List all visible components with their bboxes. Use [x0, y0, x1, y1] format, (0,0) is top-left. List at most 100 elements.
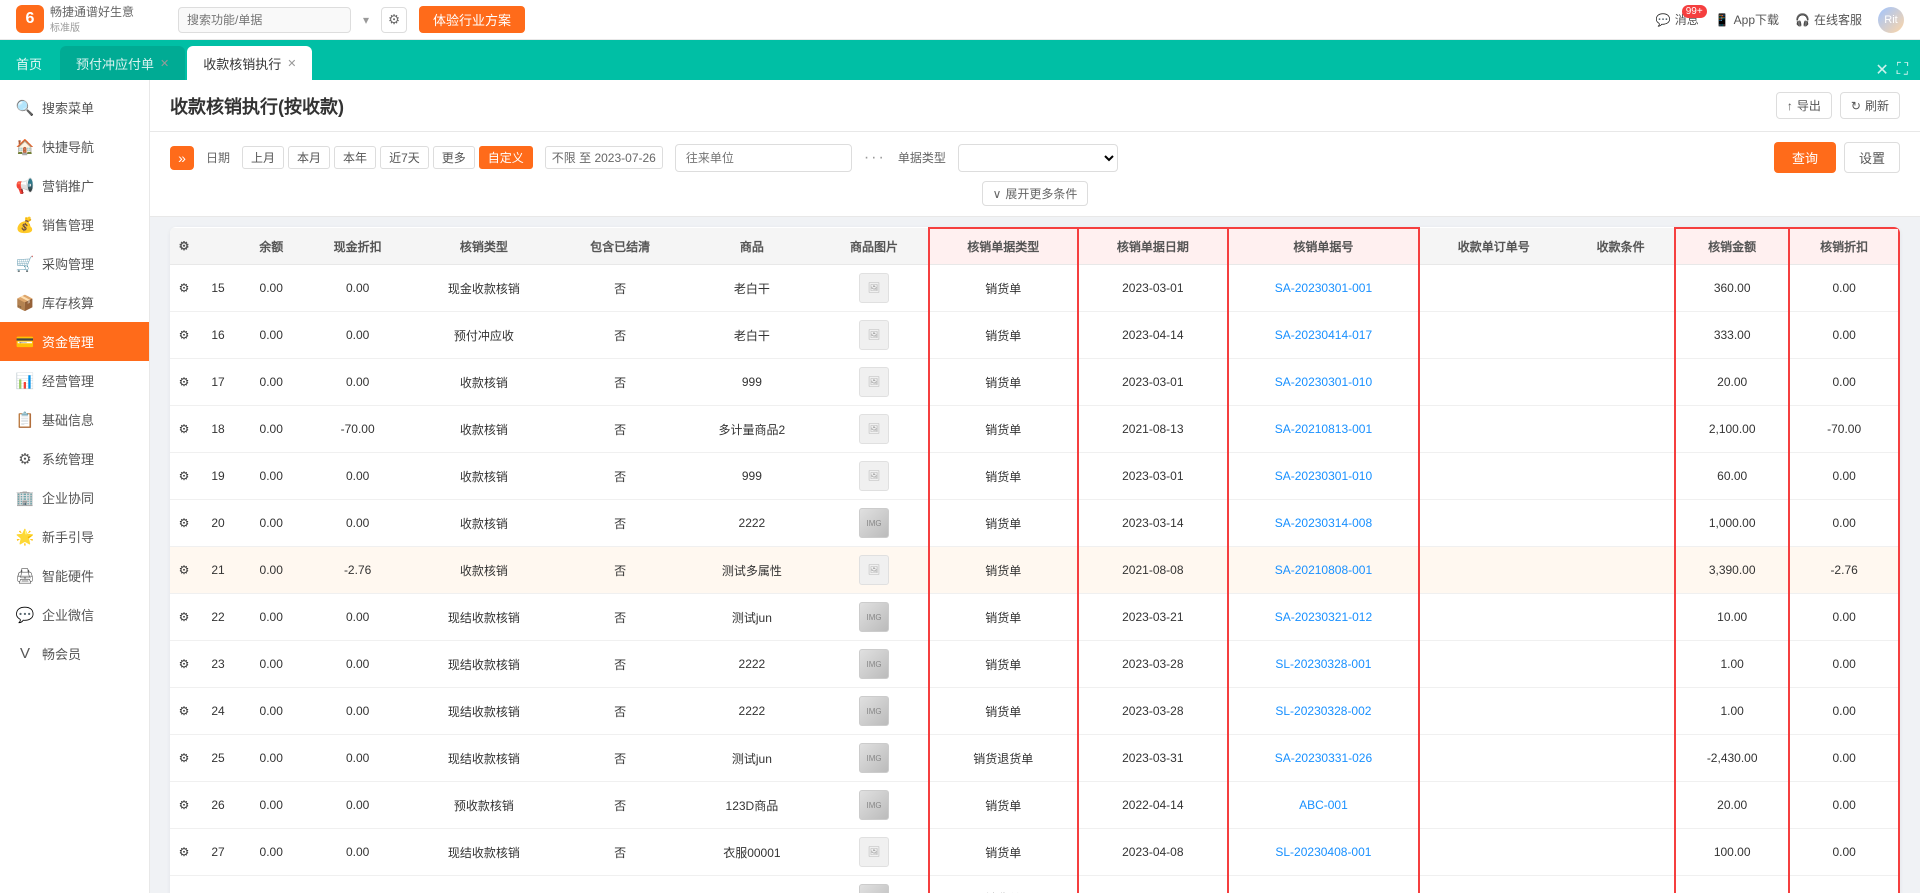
sidebar-item-nav[interactable]: 🏠快捷导航 — [0, 127, 149, 166]
expand-more-button[interactable]: ∨ 展开更多条件 — [982, 181, 1089, 206]
tab-prepay-close-icon[interactable]: ✕ — [160, 57, 169, 70]
cell-settings[interactable]: ⚙ — [170, 500, 198, 547]
gear-button[interactable]: ⚙ — [381, 7, 407, 33]
row-settings-icon[interactable]: ⚙ — [179, 281, 190, 295]
online-service-button[interactable]: 🎧 在线客服 — [1795, 11, 1862, 28]
sidebar-item-finance[interactable]: 💳资金管理 — [0, 322, 149, 361]
sidebar-item-search[interactable]: 🔍搜索菜单 — [0, 88, 149, 127]
date-range-display[interactable]: 不限 至 2023-07-26 — [545, 146, 663, 169]
sidebar-item-system[interactable]: ⚙系统管理 — [0, 439, 149, 478]
cell-bill-no[interactable]: SA-20230301-010 — [1228, 359, 1420, 406]
tab-maximize-icon[interactable]: ⛶ — [1897, 61, 1908, 79]
sidebar-item-purchase[interactable]: 🛒采购管理 — [0, 244, 149, 283]
row-settings-icon[interactable]: ⚙ — [179, 610, 190, 624]
cell-settings[interactable]: ⚙ — [170, 406, 198, 453]
notice-button[interactable]: 💬 消息 99+ — [1656, 11, 1699, 28]
bill-no-link[interactable]: SA-20230301-001 — [1275, 281, 1372, 295]
sidebar-item-hardware[interactable]: 🖨智能硬件 — [0, 556, 149, 595]
search-input[interactable] — [178, 7, 351, 33]
cell-settings[interactable]: ⚙ — [170, 829, 198, 876]
row-settings-icon[interactable]: ⚙ — [179, 422, 190, 436]
row-settings-icon[interactable]: ⚙ — [179, 469, 190, 483]
bill-no-link[interactable]: SA-20230301-010 — [1275, 375, 1372, 389]
tab-receipts-close-icon[interactable]: ✕ — [287, 57, 296, 70]
bill-no-link[interactable]: SL-20230408-001 — [1275, 845, 1371, 859]
sidebar-item-guide[interactable]: 🌟新手引导 — [0, 517, 149, 556]
bill-no-link[interactable]: SL-20230328-002 — [1275, 704, 1371, 718]
solution-button[interactable]: 体验行业方案 — [419, 6, 525, 33]
query-button[interactable]: 查询 — [1774, 142, 1836, 173]
sidebar-item-sales[interactable]: 💰销售管理 — [0, 205, 149, 244]
this-year-btn[interactable]: 本年 — [334, 146, 376, 169]
cell-settings[interactable]: ⚙ — [170, 453, 198, 500]
cell-bill-no[interactable]: SL-20230328-001 — [1228, 641, 1420, 688]
cell-settings[interactable]: ⚙ — [170, 876, 198, 893]
cell-bill-no[interactable]: SL-20230418-001 — [1228, 876, 1420, 893]
row-settings-icon[interactable]: ⚙ — [179, 563, 190, 577]
cell-settings[interactable]: ⚙ — [170, 265, 198, 312]
cell-bill-no[interactable]: SA-20210813-001 — [1228, 406, 1420, 453]
customer-filter-input[interactable] — [675, 144, 852, 172]
expand-filter-button[interactable]: » — [170, 146, 194, 170]
sidebar-item-marketing[interactable]: 📢营销推广 — [0, 166, 149, 205]
bill-no-link[interactable]: SA-20230301-010 — [1275, 469, 1372, 483]
cell-settings[interactable]: ⚙ — [170, 782, 198, 829]
tab-prepay[interactable]: 预付冲应付单 ✕ — [60, 46, 185, 80]
cell-bill-no[interactable]: SA-20230301-010 — [1228, 453, 1420, 500]
bill-no-link[interactable]: SA-20210808-001 — [1275, 563, 1372, 577]
cell-settings[interactable]: ⚙ — [170, 735, 198, 782]
app-download-button[interactable]: 📱 App下载 — [1715, 11, 1779, 28]
cell-settings[interactable]: ⚙ — [170, 641, 198, 688]
row-settings-icon[interactable]: ⚙ — [179, 516, 190, 530]
cell-settings[interactable]: ⚙ — [170, 547, 198, 594]
cell-bill-no[interactable]: ABC-001 — [1228, 782, 1420, 829]
dropdown-chevron-icon[interactable]: ▾ — [363, 13, 369, 27]
sidebar-item-operation[interactable]: 📊经营管理 — [0, 361, 149, 400]
bill-type-select[interactable] — [958, 144, 1118, 172]
row-settings-icon[interactable]: ⚙ — [179, 845, 190, 859]
tab-close-all-icon[interactable]: ✕ — [1875, 60, 1888, 80]
bill-no-link[interactable]: SA-20230331-026 — [1275, 751, 1372, 765]
cell-bill-no[interactable]: SA-20230314-008 — [1228, 500, 1420, 547]
sidebar-item-member[interactable]: V畅会员 — [0, 634, 149, 673]
bill-no-link[interactable]: SL-20230328-001 — [1275, 657, 1371, 671]
row-settings-icon[interactable]: ⚙ — [179, 751, 190, 765]
tab-receipts[interactable]: 收款核销执行 ✕ — [187, 46, 312, 80]
cell-bill-no[interactable]: SA-20210808-001 — [1228, 547, 1420, 594]
cell-bill-no[interactable]: SA-20230301-001 — [1228, 265, 1420, 312]
sidebar-item-inventory[interactable]: 📦库存核算 — [0, 283, 149, 322]
export-button[interactable]: ↑ 导出 — [1776, 92, 1832, 119]
sidebar-item-enterprise[interactable]: 🏢企业协同 — [0, 478, 149, 517]
custom-date-btn[interactable]: 自定义 — [479, 146, 533, 169]
last-month-btn[interactable]: 上月 — [242, 146, 284, 169]
bill-no-link[interactable]: SA-20230314-008 — [1275, 516, 1372, 530]
cell-bill-no[interactable]: SL-20230328-002 — [1228, 688, 1420, 735]
this-month-btn[interactable]: 本月 — [288, 146, 330, 169]
cell-bill-no[interactable]: SA-20230331-026 — [1228, 735, 1420, 782]
more-date-btn[interactable]: 更多 — [433, 146, 475, 169]
bill-no-link[interactable]: ABC-001 — [1299, 798, 1348, 812]
cell-bill-no[interactable]: SA-20230321-012 — [1228, 594, 1420, 641]
last-7-days-btn[interactable]: 近7天 — [380, 146, 429, 169]
settings-button[interactable]: 设置 — [1844, 142, 1900, 173]
sidebar-item-basic[interactable]: 📋基础信息 — [0, 400, 149, 439]
row-settings-icon[interactable]: ⚙ — [179, 798, 190, 812]
cell-settings[interactable]: ⚙ — [170, 312, 198, 359]
customer-more-icon[interactable]: ··· — [864, 149, 886, 167]
row-settings-icon[interactable]: ⚙ — [179, 375, 190, 389]
refresh-button[interactable]: ↻ 刷新 — [1840, 92, 1900, 119]
user-avatar[interactable]: Rit — [1878, 7, 1904, 33]
cell-bill-no[interactable]: SL-20230408-001 — [1228, 829, 1420, 876]
bill-no-link[interactable]: SA-20230321-012 — [1275, 610, 1372, 624]
cell-bill-no[interactable]: SA-20230414-017 — [1228, 312, 1420, 359]
sidebar-item-wechat[interactable]: 💬企业微信 — [0, 595, 149, 634]
bill-no-link[interactable]: SA-20210813-001 — [1275, 422, 1372, 436]
cell-settings[interactable]: ⚙ — [170, 594, 198, 641]
cell-settings[interactable]: ⚙ — [170, 359, 198, 406]
row-settings-icon[interactable]: ⚙ — [179, 657, 190, 671]
row-settings-icon[interactable]: ⚙ — [179, 704, 190, 718]
tab-home[interactable]: 首页 — [0, 46, 58, 80]
row-settings-icon[interactable]: ⚙ — [179, 328, 190, 342]
cell-settings[interactable]: ⚙ — [170, 688, 198, 735]
bill-no-link[interactable]: SA-20230414-017 — [1275, 328, 1372, 342]
